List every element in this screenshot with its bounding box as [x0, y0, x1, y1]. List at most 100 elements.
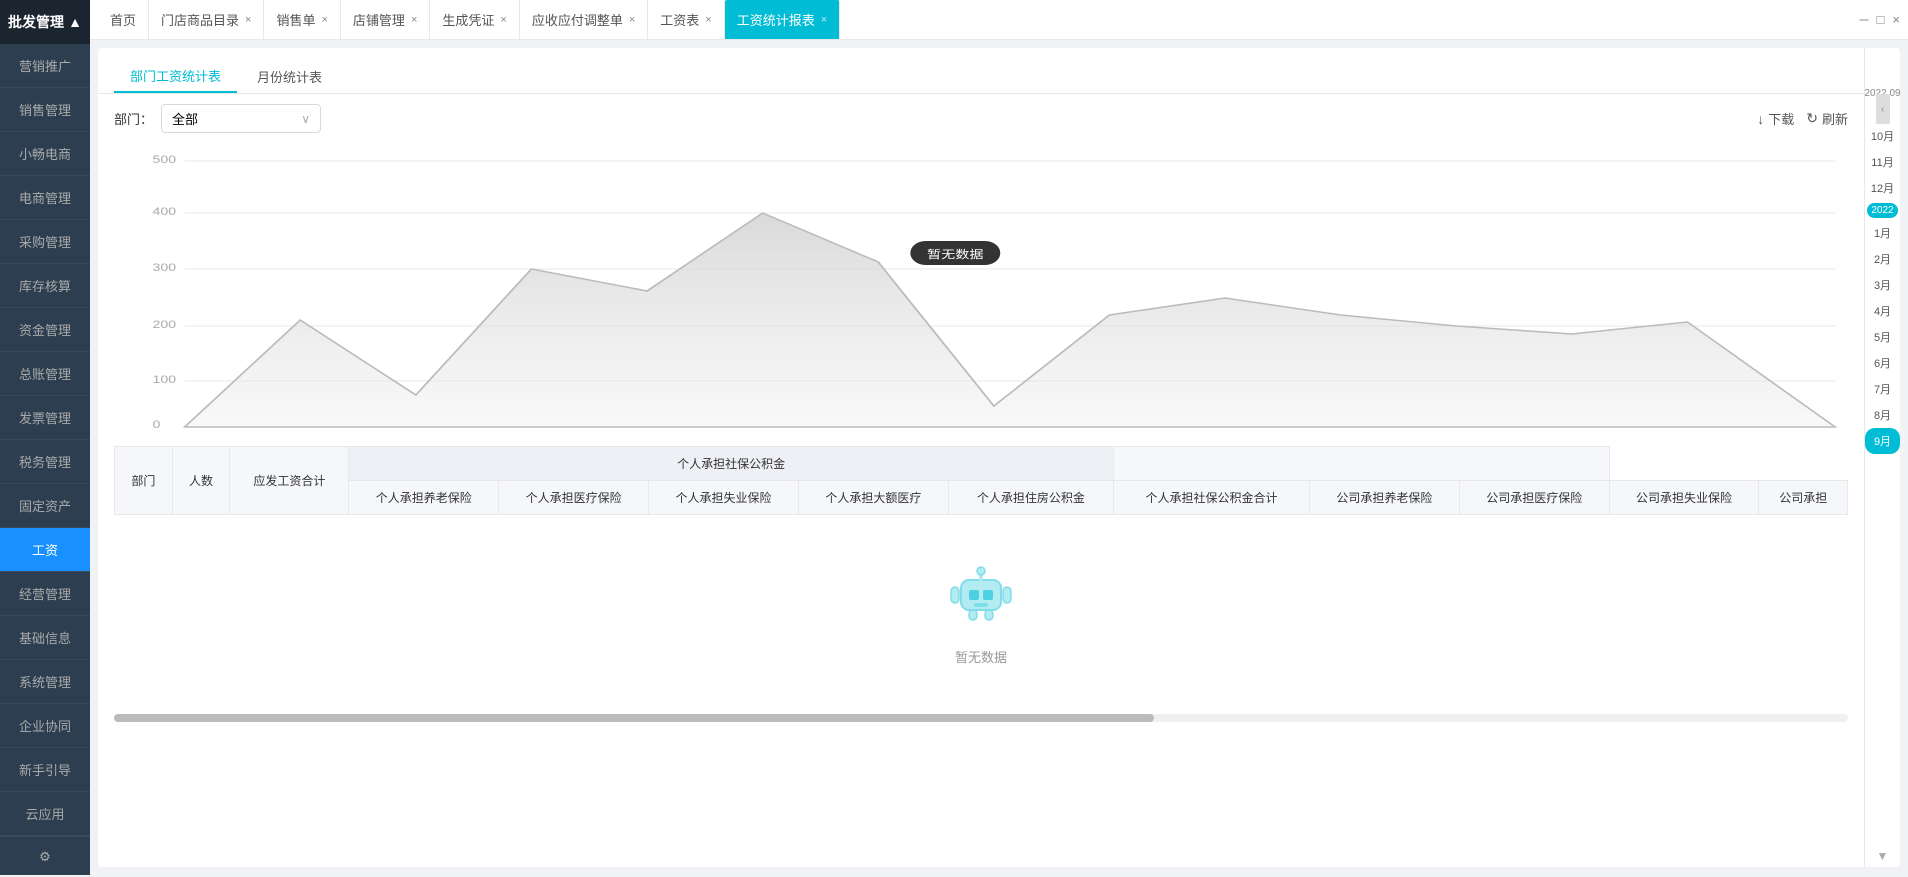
- chart-tooltip-text: 暂无数据: [927, 248, 984, 260]
- tab-payroll[interactable]: 工资表 ×: [648, 0, 724, 40]
- chevron-down-icon: ∨: [301, 112, 310, 126]
- scrollbar-thumb[interactable]: [114, 714, 1154, 722]
- tab-voucher[interactable]: 生成凭证 ×: [430, 0, 519, 40]
- month-may[interactable]: 5月: [1865, 324, 1900, 350]
- col-header-personal-insurance: 个人承担社保公积金: [349, 447, 1114, 481]
- sub-tab-dept[interactable]: 部门工资统计表: [114, 60, 237, 93]
- download-button[interactable]: ↓ 下载: [1757, 109, 1794, 128]
- month-nov[interactable]: 11月: [1865, 149, 1900, 175]
- month-apr[interactable]: 4月: [1865, 298, 1900, 324]
- tab-close-store-catalog[interactable]: ×: [245, 14, 251, 26]
- month-mar[interactable]: 3月: [1865, 272, 1900, 298]
- sidebar-item-inventory[interactable]: 库存核算: [0, 264, 90, 308]
- sidebar-toggle-icon: ▲: [68, 14, 82, 30]
- month-jul[interactable]: 7月: [1865, 376, 1900, 402]
- toolbar-left: 部门： 全部 ∨: [114, 104, 321, 133]
- content-area: 部门工资统计表 月份统计表 部门： 全部 ∨ ↓: [98, 48, 1900, 867]
- sidebar-item-purchase[interactable]: 采购管理: [0, 220, 90, 264]
- sidebar-title: 批发管理: [8, 12, 64, 32]
- sidebar-item-ecommerce-small[interactable]: 小畅电商: [0, 132, 90, 176]
- table-area: 部门 人数 应发工资合计 个人承担社保公积金 个人承担养老保险 个人承担医疗保险…: [98, 446, 1864, 867]
- download-icon: ↓: [1757, 111, 1764, 127]
- sidebar-item-cloud[interactable]: 云应用: [0, 792, 90, 836]
- month-jun[interactable]: 6月: [1865, 350, 1900, 376]
- svg-text:300: 300: [153, 261, 177, 273]
- horizontal-scrollbar[interactable]: [114, 714, 1848, 722]
- sidebar-item-assets[interactable]: 固定资产: [0, 484, 90, 528]
- sidebar-item-tax[interactable]: 税务管理: [0, 440, 90, 484]
- month-sep[interactable]: 9月: [1865, 428, 1900, 454]
- empty-state: 暂无数据: [114, 515, 1848, 706]
- close-window-icon[interactable]: ×: [1892, 12, 1900, 27]
- panel-toggle-button[interactable]: ‹: [1876, 94, 1890, 124]
- sidebar-item-collab[interactable]: 企业协同: [0, 704, 90, 748]
- dept-label: 部门：: [114, 109, 153, 128]
- tab-ar-ap[interactable]: 应收应付调整单 ×: [520, 0, 648, 40]
- col-company-pension: 公司承担养老保险: [1309, 481, 1459, 515]
- col-header-dept: 部门: [115, 447, 173, 515]
- page-content: 部门工资统计表 月份统计表 部门： 全部 ∨ ↓: [98, 48, 1864, 867]
- col-personal-major-medical: 个人承担大额医疗: [798, 481, 948, 515]
- tab-store-catalog[interactable]: 门店商品目录 ×: [149, 0, 264, 40]
- maximize-icon[interactable]: □: [1877, 12, 1885, 27]
- tab-close-voucher[interactable]: ×: [500, 14, 506, 26]
- sidebar-item-ecommerce[interactable]: 电商管理: [0, 176, 90, 220]
- chart-container: 500 400 300 200 100 0: [98, 143, 1864, 446]
- dept-select[interactable]: 全部 ∨: [161, 104, 321, 133]
- tab-close-store[interactable]: ×: [411, 14, 417, 26]
- sidebar-item-ledger[interactable]: 总账管理: [0, 352, 90, 396]
- main-area: 首页 门店商品目录 × 销售单 × 店铺管理 × 生成凭证 × 应收应付调整单 …: [90, 0, 1908, 875]
- tab-sales-order[interactable]: 销售单 ×: [264, 0, 340, 40]
- svg-text:0: 0: [153, 418, 161, 430]
- sidebar-item-system[interactable]: 系统管理: [0, 660, 90, 704]
- year-2023-active[interactable]: 2022: [1867, 203, 1897, 218]
- col-header-total-wage: 应发工资合计: [230, 447, 349, 515]
- toolbar-right: ↓ 下载 ↻ 刷新: [1757, 109, 1848, 128]
- chart-area: [185, 213, 1836, 427]
- data-table: 部门 人数 应发工资合计 个人承担社保公积金 个人承担养老保险 个人承担医疗保险…: [114, 446, 1848, 515]
- minimize-icon[interactable]: ─: [1859, 12, 1868, 27]
- col-personal-total: 个人承担社保公积金合计: [1113, 481, 1309, 515]
- scroll-down-arrow[interactable]: ▼: [1873, 845, 1893, 867]
- month-feb[interactable]: 2月: [1865, 246, 1900, 272]
- sidebar: 批发管理 ▲ 营销推广 销售管理 小畅电商 电商管理 采购管理 库存核算 资金管…: [0, 0, 90, 875]
- col-company-unemployment: 公司承担失业保险: [1609, 481, 1759, 515]
- sub-tab-bar: 部门工资统计表 月份统计表: [98, 48, 1864, 94]
- tab-close-payroll[interactable]: ×: [705, 14, 711, 26]
- col-personal-unemployment: 个人承担失业保险: [649, 481, 799, 515]
- sub-tab-month[interactable]: 月份统计表: [241, 61, 338, 92]
- toolbar: 部门： 全部 ∨ ↓ 下载 ↻ 刷新: [98, 94, 1864, 143]
- tab-home[interactable]: 首页: [98, 0, 149, 40]
- svg-text:500: 500: [153, 153, 177, 165]
- col-personal-housing-fund: 个人承担住房公积金: [948, 481, 1113, 515]
- sidebar-header[interactable]: 批发管理 ▲: [0, 0, 90, 44]
- tab-close-ar-ap[interactable]: ×: [629, 14, 635, 26]
- sidebar-item-guide[interactable]: 新手引导: [0, 748, 90, 792]
- empty-robot-icon: [941, 555, 1021, 635]
- month-oct[interactable]: 10月: [1865, 123, 1900, 149]
- sidebar-item-sales[interactable]: 销售管理: [0, 88, 90, 132]
- sidebar-item-marketing[interactable]: 营销推广: [0, 44, 90, 88]
- svg-text:100: 100: [153, 373, 177, 385]
- sidebar-item-basic-info[interactable]: 基础信息: [0, 616, 90, 660]
- month-aug[interactable]: 8月: [1865, 402, 1900, 428]
- empty-text: 暂无数据: [955, 647, 1007, 666]
- sidebar-item-invoice[interactable]: 发票管理: [0, 396, 90, 440]
- tab-close-sales[interactable]: ×: [321, 14, 327, 26]
- sidebar-settings-button[interactable]: ⚙: [0, 836, 90, 877]
- month-dec[interactable]: 12月: [1865, 175, 1900, 201]
- col-company-medical: 公司承担医疗保险: [1459, 481, 1609, 515]
- sidebar-item-finance[interactable]: 资金管理: [0, 308, 90, 352]
- tab-store-mgmt[interactable]: 店铺管理 ×: [341, 0, 430, 40]
- col-personal-medical: 个人承担医疗保险: [499, 481, 649, 515]
- col-personal-pension: 个人承担养老保险: [349, 481, 499, 515]
- month-jan[interactable]: 1月: [1865, 220, 1900, 246]
- sidebar-item-payroll[interactable]: 工资: [0, 528, 90, 572]
- sidebar-item-operations[interactable]: 经营管理: [0, 572, 90, 616]
- svg-text:400: 400: [153, 205, 177, 217]
- tab-close-payroll-report[interactable]: ×: [821, 14, 827, 26]
- refresh-button[interactable]: ↻ 刷新: [1806, 109, 1848, 128]
- right-panel: ‹ 2022.09 ▲ 10月 11月 12月 2022 1月 2月 3月 4月…: [1864, 48, 1900, 867]
- tab-payroll-report[interactable]: 工资统计报表 ×: [725, 0, 840, 40]
- col-company-more: 公司承担: [1759, 481, 1848, 515]
